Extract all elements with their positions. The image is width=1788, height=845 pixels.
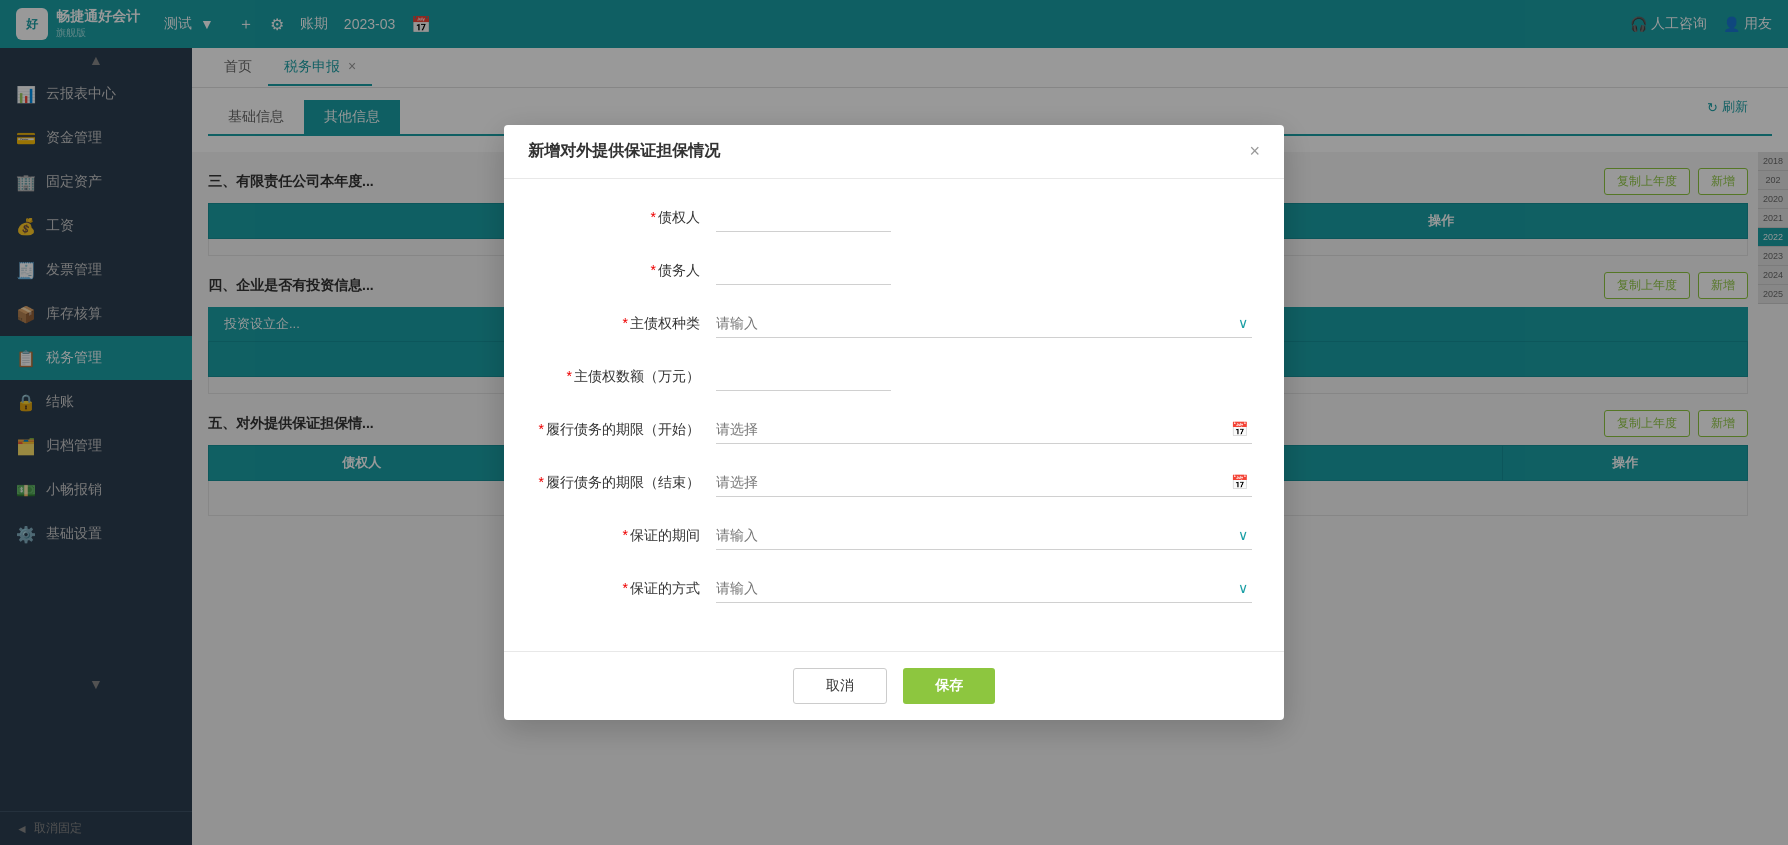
period-end-required-mark: * [539, 474, 544, 490]
period-start-input[interactable] [716, 415, 1227, 443]
guarantee-method-select-wrapper[interactable]: ∨ [716, 574, 1252, 603]
form-row-guarantee-method: *保证的方式 ∨ [536, 574, 1252, 603]
form-row-guarantee-period: *保证的期间 ∨ [536, 521, 1252, 550]
period-start-calendar-icon[interactable]: 📅 [1227, 421, 1252, 437]
debtor-required-mark: * [651, 262, 656, 278]
creditor-required-mark: * [651, 209, 656, 225]
period-end-label: *履行债务的期限（结束） [536, 474, 716, 492]
form-row-debtor: *债务人 [536, 256, 1252, 285]
modal-close-button[interactable]: × [1249, 141, 1260, 162]
modal-body: *债权人 *债务人 *主债权种类 [504, 179, 1284, 651]
form-row-claim-amount: *主债权数额（万元） [536, 362, 1252, 391]
claim-type-arrow-icon[interactable]: ∨ [1234, 315, 1252, 331]
claim-amount-label: *主债权数额（万元） [536, 368, 716, 386]
guarantee-period-select-wrapper[interactable]: ∨ [716, 521, 1252, 550]
claim-type-select-wrapper[interactable]: ∨ [716, 309, 1252, 338]
claim-type-label: *主债权种类 [536, 315, 716, 333]
modal: 新增对外提供保证担保情况 × *债权人 *债务人 [504, 125, 1284, 720]
form-row-period-end: *履行债务的期限（结束） 📅 [536, 468, 1252, 497]
form-row-claim-type: *主债权种类 ∨ [536, 309, 1252, 338]
period-start-required-mark: * [539, 421, 544, 437]
claim-amount-required-mark: * [567, 368, 572, 384]
claim-amount-input[interactable] [716, 362, 891, 391]
period-start-date-wrapper[interactable]: 📅 [716, 415, 1252, 444]
claim-type-input[interactable] [716, 309, 1234, 337]
debtor-label: *债务人 [536, 262, 716, 280]
claim-amount-input-wrapper [716, 362, 1252, 391]
form-row-creditor: *债权人 [536, 203, 1252, 232]
period-end-input[interactable] [716, 468, 1227, 496]
guarantee-method-label: *保证的方式 [536, 580, 716, 598]
modal-overlay: 新增对外提供保证担保情况 × *债权人 *债务人 [0, 0, 1788, 845]
creditor-label: *债权人 [536, 209, 716, 227]
guarantee-method-arrow-icon[interactable]: ∨ [1234, 580, 1252, 596]
guarantee-period-label: *保证的期间 [536, 527, 716, 545]
guarantee-period-arrow-icon[interactable]: ∨ [1234, 527, 1252, 543]
modal-title: 新增对外提供保证担保情况 [528, 141, 720, 162]
guarantee-method-input[interactable] [716, 574, 1234, 602]
claim-type-required-mark: * [623, 315, 628, 331]
cancel-button[interactable]: 取消 [793, 668, 887, 704]
save-button[interactable]: 保存 [903, 668, 995, 704]
debtor-input-wrapper [716, 256, 1252, 285]
period-start-label: *履行债务的期限（开始） [536, 421, 716, 439]
form-row-period-start: *履行债务的期限（开始） 📅 [536, 415, 1252, 444]
creditor-input[interactable] [716, 203, 891, 232]
modal-header: 新增对外提供保证担保情况 × [504, 125, 1284, 179]
period-end-date-wrapper[interactable]: 📅 [716, 468, 1252, 497]
debtor-input[interactable] [716, 256, 891, 285]
period-end-calendar-icon[interactable]: 📅 [1227, 474, 1252, 490]
guarantee-period-input[interactable] [716, 521, 1234, 549]
guarantee-method-required-mark: * [623, 580, 628, 596]
creditor-input-wrapper [716, 203, 1252, 232]
guarantee-period-required-mark: * [623, 527, 628, 543]
modal-footer: 取消 保存 [504, 651, 1284, 720]
